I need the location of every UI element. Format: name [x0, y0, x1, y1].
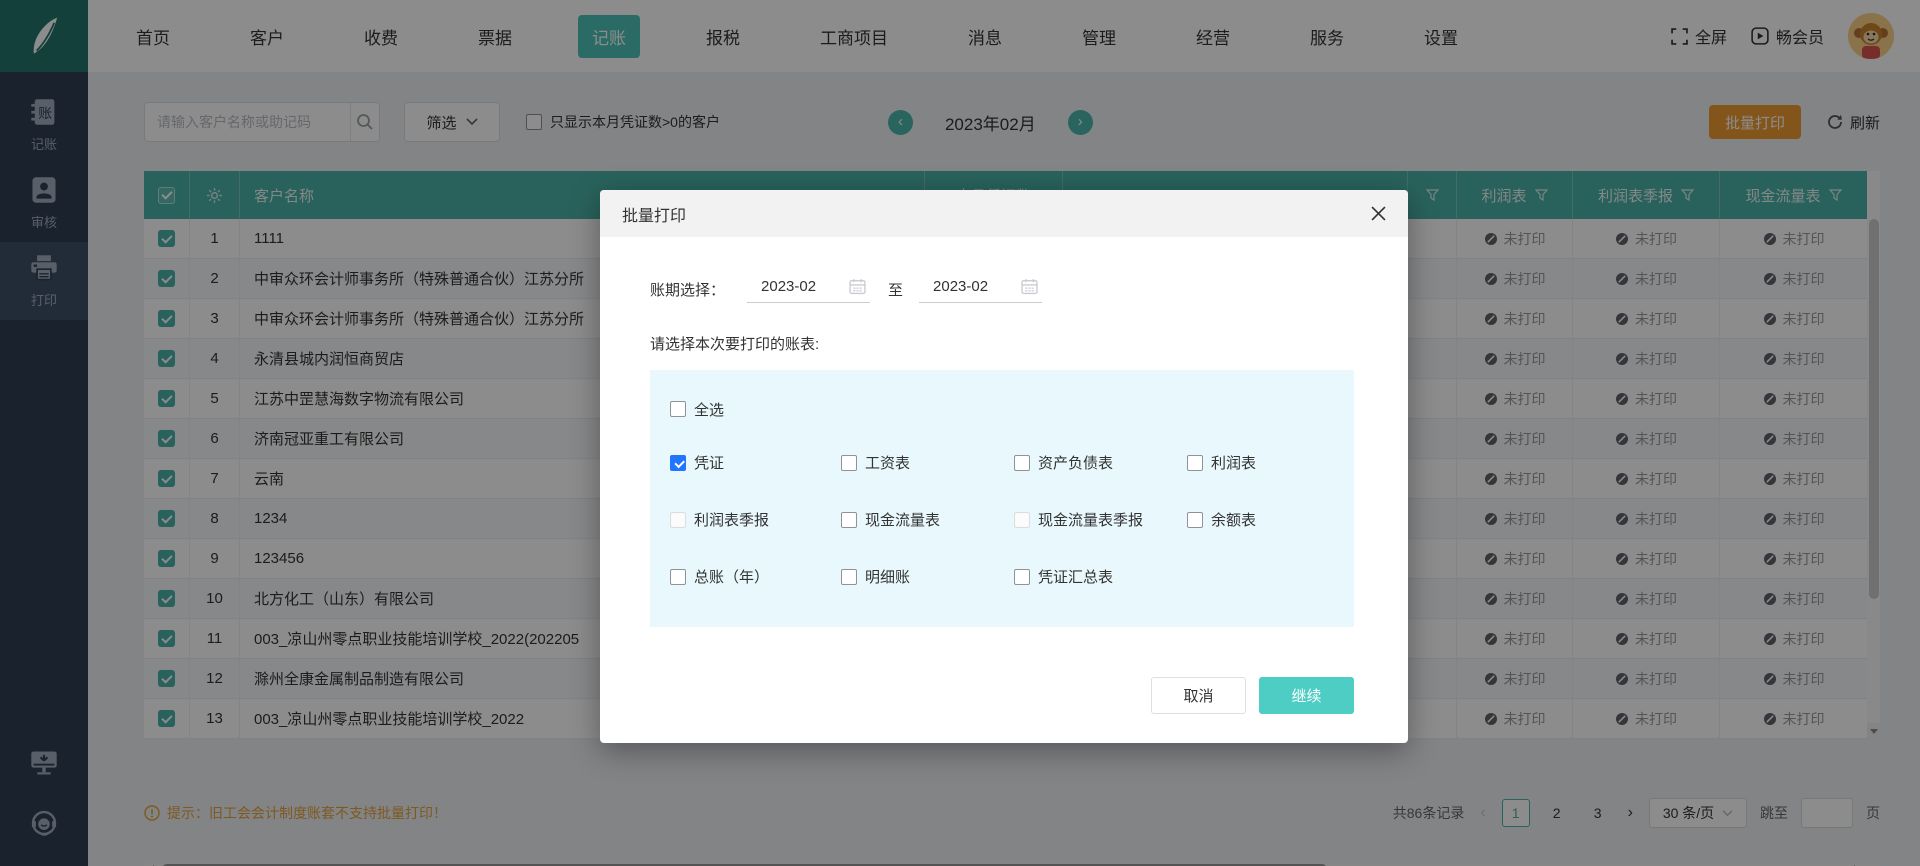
period-to-input[interactable]: 2023-02: [919, 275, 1043, 303]
calendar-icon: [1021, 279, 1038, 295]
report-option[interactable]: 现金流量表: [841, 509, 1014, 530]
report-option-label: 工资表: [865, 455, 911, 472]
report-option-label: 凭证: [694, 455, 725, 472]
report-option-checkbox: [1014, 568, 1030, 585]
report-option-label: 现金流量表季报: [1038, 512, 1144, 529]
report-option-checkbox: [841, 511, 857, 528]
report-option-checkbox: [1187, 511, 1203, 528]
select-all-option[interactable]: 全选: [670, 399, 1334, 420]
report-option[interactable]: 资产负债表: [1014, 452, 1187, 473]
period-select-label: 账期选择：: [650, 281, 726, 299]
options-row-1: 凭证 工资表 资产负债表 利润表: [670, 434, 1334, 491]
report-option[interactable]: 利润表季报: [670, 509, 841, 530]
report-option-label: 余额表: [1211, 512, 1257, 529]
report-option-checkbox: [841, 454, 857, 471]
calendar-icon: [849, 279, 866, 295]
continue-button[interactable]: 继续: [1259, 677, 1354, 714]
report-option-checkbox: [1014, 454, 1030, 471]
close-icon[interactable]: [1371, 206, 1386, 221]
period-row: 账期选择： 2023-02 至 2023-02: [650, 237, 1354, 303]
period-from-value: 2023-02: [761, 278, 817, 295]
options-row-3: 总账（年） 明细账 凭证汇总表: [670, 548, 1334, 605]
report-option[interactable]: 明细账: [841, 566, 1014, 587]
report-option-checkbox: [1187, 454, 1203, 471]
report-option[interactable]: 余额表: [1187, 509, 1334, 530]
period-from-input[interactable]: 2023-02: [747, 275, 871, 303]
modal-title: 批量打印: [622, 207, 687, 225]
report-options-panel: 全选 凭证 工资表 资产负债表 利润表 利润表季报 现金流量表 现金流量表季报 …: [650, 370, 1354, 627]
report-option-label: 利润表季报: [694, 512, 770, 529]
report-option-label: 凭证汇总表: [1038, 569, 1114, 586]
report-option-checkbox: [841, 568, 857, 585]
report-option[interactable]: 工资表: [841, 452, 1014, 473]
report-option[interactable]: 凭证汇总表: [1014, 566, 1187, 587]
select-all-label: 全选: [694, 401, 725, 419]
report-option[interactable]: 现金流量表季报: [1014, 509, 1187, 530]
cancel-button[interactable]: 取消: [1151, 677, 1246, 714]
period-to-value: 2023-02: [933, 278, 989, 295]
checkbox-unchecked: [670, 401, 686, 417]
report-option-checkbox: [1014, 511, 1030, 528]
report-select-label: 请选择本次要打印的账表:: [650, 336, 820, 353]
options-row-2: 利润表季报 现金流量表 现金流量表季报 余额表: [670, 491, 1334, 548]
modal-header: 批量打印: [600, 190, 1408, 237]
report-option[interactable]: 利润表: [1187, 452, 1334, 473]
report-option[interactable]: 凭证: [670, 452, 841, 473]
report-option-checkbox: [670, 568, 686, 585]
report-option-label: 利润表: [1211, 455, 1257, 472]
report-option-label: 资产负债表: [1038, 455, 1114, 472]
modal-body: 账期选择： 2023-02 至 2023-02 请选择本次要打印的账表: 全选 …: [600, 237, 1408, 743]
report-option[interactable]: 总账（年）: [670, 566, 841, 587]
report-option-checkbox: [670, 511, 686, 528]
report-option-checkbox: [670, 454, 686, 471]
modal-footer: 取消 继续: [1151, 677, 1354, 714]
report-option-label: 现金流量表: [865, 512, 941, 529]
report-option-label: 明细账: [865, 569, 911, 586]
report-option-label: 总账（年）: [694, 569, 770, 586]
batch-print-modal: 批量打印 账期选择： 2023-02 至 2023-02 请选择本次要打印的账表…: [600, 190, 1408, 743]
to-label: 至: [888, 281, 904, 299]
